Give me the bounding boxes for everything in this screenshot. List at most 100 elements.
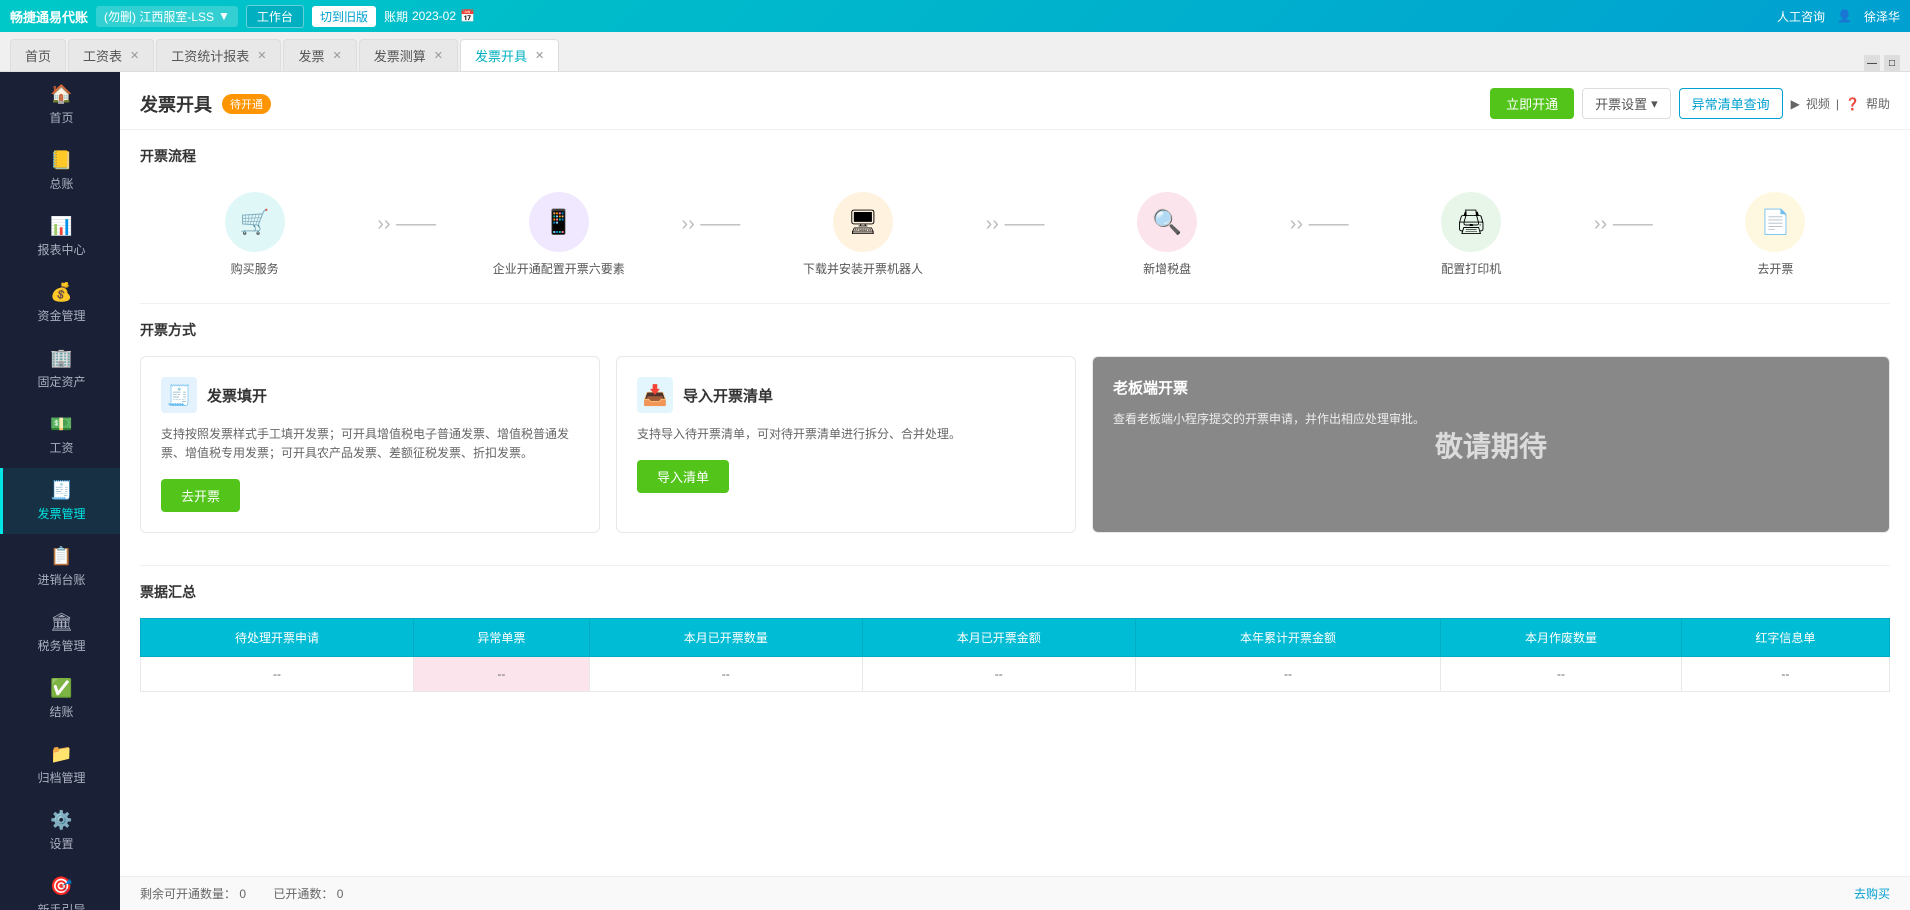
import-invoice-icon: 📥 — [637, 377, 673, 413]
reports-icon: 📊 — [50, 216, 72, 237]
go-issue-button[interactable]: 去开票 — [161, 479, 240, 512]
go-buy-link[interactable]: 去购买 — [1854, 885, 1890, 902]
tab-salary-report[interactable]: 工资统计报表 ✕ — [156, 39, 281, 71]
summary-row: -- -- -- -- -- -- -- — [141, 657, 1890, 692]
fill-invoice-icon: 🧾 — [161, 377, 197, 413]
flow-arrow-2: ›› —— — [673, 213, 748, 236]
val-month-count: -- — [589, 657, 862, 692]
main-layout: 🏠 首页 📒 总账 📊 报表中心 💰 资金管理 🏢 固定资产 💵 工资 🧾 发票… — [0, 72, 1910, 910]
top-bar: 畅捷通易代账 (勿删) 江西服室-LSS ▼ 工作台 切到旧版 账期 2023-… — [0, 0, 1910, 32]
issue-icon: 📄 — [1745, 192, 1805, 252]
method-card-import-header: 📥 导入开票清单 — [637, 377, 1055, 413]
col-void-count: 本月作废数量 — [1441, 619, 1682, 657]
sidebar-item-reports[interactable]: 📊 报表中心 — [0, 204, 120, 270]
flow-step-issue: 📄 去开票 — [1661, 192, 1890, 277]
sidebar-item-assets[interactable]: 🏢 固定资产 — [0, 336, 120, 402]
help-area: ▶ 视频 | ❓ 帮助 — [1791, 95, 1890, 112]
col-month-amount: 本月已开票金额 — [862, 619, 1135, 657]
sidebar-item-home[interactable]: 🏠 首页 — [0, 72, 120, 138]
flow-arrow-3: ›› —— — [978, 213, 1053, 236]
tab-salary[interactable]: 工资表 ✕ — [68, 39, 154, 71]
flow-step-printer: 🖨 配置打印机 — [1357, 192, 1586, 277]
val-pending: -- — [141, 657, 414, 692]
fill-invoice-desc: 支持按照发票样式手工填开发票；可开具增值税电子普通发票、增值税普通发票、增值税专… — [161, 425, 579, 463]
download-icon: 🖥 — [833, 192, 893, 252]
import-list-button[interactable]: 导入清单 — [637, 460, 729, 493]
open-settings-button[interactable]: 开票设置 ▾ — [1582, 88, 1671, 119]
close-tab-invoice-tool[interactable]: ✕ — [535, 49, 544, 62]
col-month-count: 本月已开票数量 — [589, 619, 862, 657]
abnormal-query-button[interactable]: 异常清单查询 — [1679, 88, 1783, 119]
tab-invoice-calc[interactable]: 发票测算 ✕ — [359, 39, 458, 71]
method-card-old-platform: 老板端开票 查看老板端小程序提交的开票申请，并作出相应处理审批。 敬请期待 — [1092, 356, 1890, 533]
close-tab-invoice[interactable]: ✕ — [333, 49, 342, 62]
taxdisk-icon: 🔍 — [1137, 192, 1197, 252]
sidebar-item-guide[interactable]: 🎯 新手引导 — [0, 864, 120, 910]
period-info: 账期 2023-02 📅 — [384, 8, 475, 25]
settlement-icon: ✅ — [50, 678, 72, 699]
settings-icon: ⚙️ — [50, 810, 72, 831]
user-name[interactable]: 徐泽华 — [1864, 8, 1900, 25]
funds-icon: 💰 — [50, 282, 72, 303]
sidebar-item-salary[interactable]: 💵 工资 — [0, 402, 120, 468]
summary-table: 待处理开票申请 异常单票 本月已开票数量 本月已开票金额 本年累计开票金额 本月… — [140, 618, 1890, 692]
col-abnormal: 异常单票 — [414, 619, 590, 657]
close-tab-salary[interactable]: ✕ — [130, 49, 139, 62]
support-link[interactable]: 人工咨询 — [1777, 8, 1825, 25]
workspace-button[interactable]: 工作台 — [246, 5, 304, 28]
sidebar-item-archive[interactable]: 📁 归档管理 — [0, 732, 120, 798]
val-abnormal: -- — [414, 657, 590, 692]
method-card-fill-header: 🧾 发票填开 — [161, 377, 579, 413]
invoice-icon: 🧾 — [50, 480, 72, 501]
val-month-amount: -- — [862, 657, 1135, 692]
open-now-button[interactable]: 立即开通 — [1490, 88, 1574, 119]
close-tab-invoice-calc[interactable]: ✕ — [434, 49, 443, 62]
chevron-down-icon: ▾ — [1651, 96, 1658, 112]
page-header: 发票开具 待开通 立即开通 开票设置 ▾ 异常清单查询 ▶ 视频 | ❓ 帮助 — [120, 72, 1910, 130]
sidebar-item-settlement[interactable]: ✅ 结账 — [0, 666, 120, 732]
top-bar-left: 畅捷通易代账 (勿删) 江西服室-LSS ▼ 工作台 切到旧版 账期 2023-… — [10, 5, 475, 28]
page-footer: 剩余可开通数量： 0 已开通数： 0 去购买 — [120, 876, 1910, 910]
page-title: 发票开具 — [140, 91, 212, 117]
sidebar-item-funds[interactable]: 💰 资金管理 — [0, 270, 120, 336]
flow-step-config: 📱 企业开通配置开票六要素 — [444, 192, 673, 277]
methods-section: 开票方式 🧾 发票填开 支持按照发票样式手工填开发票；可开具增值税电子普通发票、… — [120, 304, 1910, 565]
flow-step-download: 🖥 下载并安装开票机器人 — [748, 192, 977, 277]
window-maximize[interactable]: □ — [1884, 55, 1900, 71]
summary-section: 票据汇总 待处理开票申请 异常单票 本月已开票数量 本月已开票金额 本年累计开票… — [120, 566, 1910, 708]
home-icon: 🏠 — [50, 84, 72, 105]
switch-version-button[interactable]: 切到旧版 — [312, 6, 376, 27]
flow-step-buy: 🛒 购买服务 — [140, 192, 369, 277]
col-pending: 待处理开票申请 — [141, 619, 414, 657]
val-year-amount: -- — [1135, 657, 1440, 692]
tab-invoice[interactable]: 发票 ✕ — [283, 39, 356, 71]
tax-icon: 🏛 — [50, 612, 73, 633]
question-icon: ❓ — [1845, 97, 1860, 111]
page-actions: 立即开通 开票设置 ▾ 异常清单查询 ▶ 视频 | ❓ 帮助 — [1490, 88, 1890, 119]
flow-arrow-1: ›› —— — [369, 213, 444, 236]
val-void-count: -- — [1441, 657, 1682, 692]
assets-icon: 🏢 — [50, 348, 72, 369]
summary-title: 票据汇总 — [140, 582, 1890, 602]
close-tab-salary-report[interactable]: ✕ — [257, 49, 266, 62]
view-icon: ▶ — [1791, 97, 1800, 111]
window-minimize[interactable]: — — [1864, 55, 1880, 71]
flow-arrow-5: ›› —— — [1586, 213, 1661, 236]
spacer — [120, 708, 1910, 876]
top-bar-right: 人工咨询 👤 徐泽华 — [1777, 8, 1900, 25]
sidebar-item-ledger[interactable]: 📒 总账 — [0, 138, 120, 204]
archive-icon: 📁 — [50, 744, 72, 765]
sidebar-item-invoice-mgmt[interactable]: 🧾 发票管理 — [0, 468, 120, 534]
user-avatar: 👤 — [1837, 9, 1852, 23]
content-area: 发票开具 待开通 立即开通 开票设置 ▾ 异常清单查询 ▶ 视频 | ❓ 帮助 — [120, 72, 1910, 910]
tab-home[interactable]: 首页 — [10, 39, 66, 71]
tab-invoice-tool[interactable]: 发票开具 ✕ — [460, 39, 559, 71]
flow-steps: 🛒 购买服务 ›› —— 📱 企业开通配置开票六要素 ›› —— 🖥 下载并安装… — [140, 182, 1890, 287]
sidebar-item-tax[interactable]: 🏛 税务管理 — [0, 600, 120, 666]
sidebar-item-settings[interactable]: ⚙️ 设置 — [0, 798, 120, 864]
page-title-row: 发票开具 待开通 — [140, 91, 271, 117]
purchase-icon: 📋 — [50, 546, 72, 567]
company-selector[interactable]: (勿删) 江西服室-LSS ▼ — [96, 6, 238, 27]
salary-icon: 💵 — [50, 414, 72, 435]
sidebar-item-purchase[interactable]: 📋 进销台账 — [0, 534, 120, 600]
